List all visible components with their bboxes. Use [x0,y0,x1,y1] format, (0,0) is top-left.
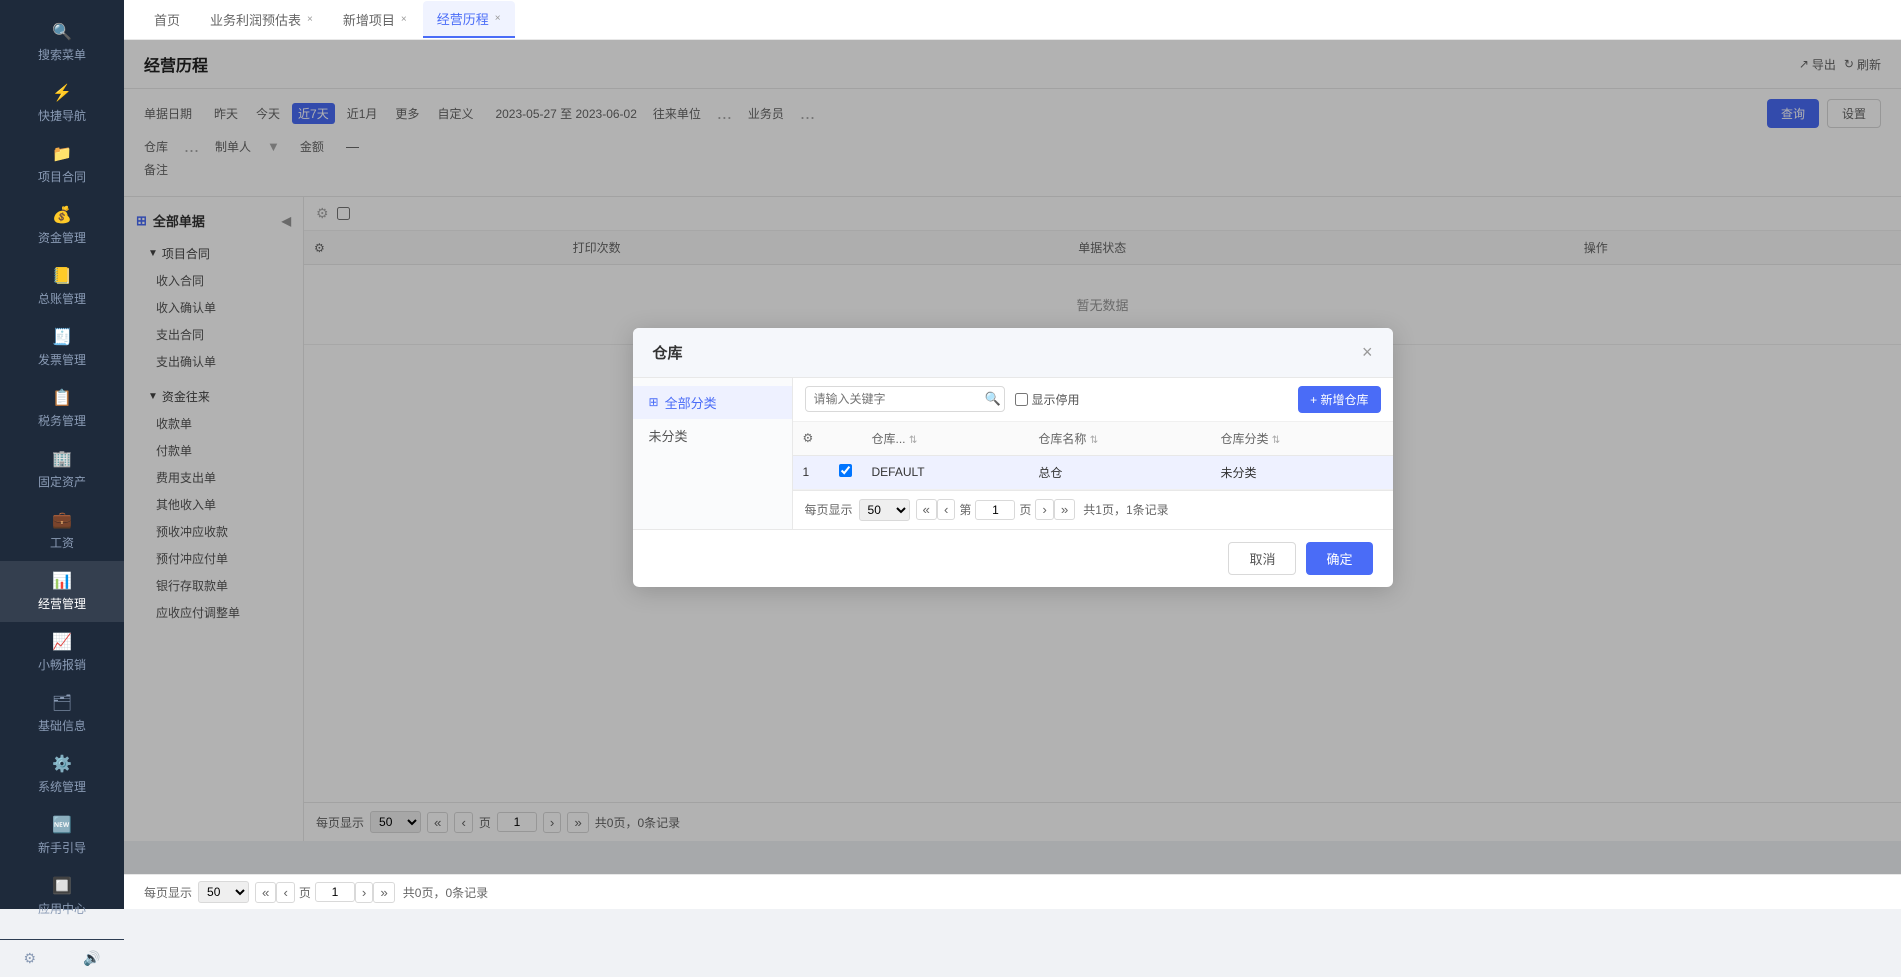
modal-first-page[interactable]: « [916,499,937,520]
bottom-page-size-select[interactable]: 50 10 20 100 [198,881,249,903]
salary-icon: 💼 [52,510,72,530]
modal-next-page[interactable]: › [1035,499,1053,520]
modal-overlay: 仓库 × ⊞ 全部分类 未分类 [124,40,1901,874]
modal-row-checkbox[interactable] [829,455,862,489]
modal-col-select [829,422,862,456]
tab-history-close[interactable]: × [495,13,501,24]
modal-page-label: 第 [959,501,971,518]
modal-right-panel: 🔍 显示停用 + 新增仓库 [793,378,1393,529]
modal-row-category: 未分类 [1210,455,1392,489]
modal-row-name: 总仓 [1028,455,1210,489]
capital-icon: 💰 [52,205,72,225]
sidebar-item-search[interactable]: 🔍 搜索菜单 [0,12,124,73]
modal-table-row[interactable]: 1 DEFAULT 总仓 未分类 [793,455,1393,489]
modal-row-checkbox-input[interactable] [839,464,852,477]
search-icon: 🔍 [52,22,72,42]
tab-profit-close[interactable]: × [307,14,313,25]
modal-toolbar: 🔍 显示停用 + 新增仓库 [793,378,1393,422]
project-icon: 📁 [52,144,72,164]
modal-last-page[interactable]: » [1054,499,1075,520]
modal-col-settings: ⚙ [793,422,829,456]
modal-confirm-button[interactable]: 确定 [1306,542,1372,575]
modal-header: 仓库 × [633,328,1393,378]
grid-all-icon: ⊞ [649,395,659,409]
sidebar-item-app-center[interactable]: 🔲 应用中心 [0,866,124,927]
sidebar-item-salary[interactable]: 💼 工资 [0,500,124,561]
basic-icon: 🗂 [52,693,72,713]
modal-search-box[interactable]: 🔍 [805,386,1005,412]
modal-page-size-select[interactable]: 50 10 20 100 [859,499,910,521]
bottom-next-page[interactable]: › [355,882,373,903]
sidebar-item-capital[interactable]: 💰 资金管理 [0,195,124,256]
sidebar-item-fixed[interactable]: 🏢 固定资产 [0,439,124,500]
modal-search-input[interactable] [806,388,977,410]
modal-left-panel: ⊞ 全部分类 未分类 [633,378,793,529]
bottom-bar: 每页显示 50 10 20 100 « ‹ 页 › » 共0页，0条记录 [124,874,1901,909]
modal-table: ⚙ 仓库... ⇅ 仓库名称 [793,422,1393,490]
modal-body: ⊞ 全部分类 未分类 [633,378,1393,529]
tax-icon: 📋 [52,388,72,408]
sidebar-item-system[interactable]: ⚙️ 系统管理 [0,744,124,805]
tab-profit[interactable]: 业务利润预估表 × [196,2,327,37]
page-content: 经营历程 ↗ 导出 ↻ 刷新 单据日期 昨天 [124,40,1901,874]
ledger-icon: 📒 [52,266,72,286]
modal-table-container: ⚙ 仓库... ⇅ 仓库名称 [793,422,1393,490]
audio-bottom-icon[interactable]: 🔊 [83,950,100,967]
system-icon: ⚙️ [52,754,72,774]
quick-nav-icon: ⚡ [52,83,72,103]
show-disabled-input[interactable] [1015,393,1028,406]
modal-col-name: 仓库名称 ⇅ [1028,422,1210,456]
app-center-icon: 🔲 [52,876,72,896]
sidebar-item-manage[interactable]: 📊 经营管理 [0,561,124,622]
sidebar-item-project[interactable]: 📁 项目合同 [0,134,124,195]
modal-cancel-button[interactable]: 取消 [1228,542,1296,575]
invoice-icon: 🧾 [52,327,72,347]
add-warehouse-button[interactable]: + 新增仓库 [1298,386,1380,413]
modal-page-suffix: 页 [1019,501,1031,518]
bottom-prev-page[interactable]: ‹ [276,882,294,903]
sales-icon: 📈 [52,632,72,652]
modal-close-button[interactable]: × [1362,342,1373,363]
modal-footer-bar: 每页显示 50 10 20 100 « ‹ 第 [793,490,1393,529]
tab-history[interactable]: 经营历程 × [423,1,515,38]
modal-row-index: 1 [793,455,829,489]
modal-total-info: 共1页，1条记录 [1083,501,1168,518]
sidebar-item-guide[interactable]: 🆕 新手引导 [0,805,124,866]
guide-icon: 🆕 [52,815,72,835]
bottom-last-page[interactable]: » [373,882,394,903]
sidebar-item-quick-nav[interactable]: ⚡ 快捷导航 [0,73,124,134]
show-disabled-checkbox[interactable]: 显示停用 [1015,391,1080,408]
modal-table-body: 1 DEFAULT 总仓 未分类 [793,455,1393,489]
modal-search-icon[interactable]: 🔍 [977,387,1005,411]
bottom-total-info: 共0页，0条记录 [403,884,488,901]
tab-new-project[interactable]: 新增项目 × [329,2,421,37]
tab-new-project-close[interactable]: × [401,14,407,25]
bottom-page-input[interactable] [315,882,355,902]
bottom-first-page[interactable]: « [255,882,276,903]
settings-bottom-icon[interactable]: ⚙ [24,950,37,967]
sidebar-item-tax[interactable]: 📋 税务管理 [0,378,124,439]
modal-left-uncategorized[interactable]: 未分类 [633,419,792,452]
modal-row-code: DEFAULT [862,455,1029,489]
modal-page-input[interactable] [975,500,1015,520]
sidebar-item-basic[interactable]: 🗂 基础信息 [0,683,124,744]
sidebar-item-ledger[interactable]: 📒 总账管理 [0,256,124,317]
main-content: 首页 业务利润预估表 × 新增项目 × 经营历程 × 经营历程 ↗ [124,0,1901,909]
warehouse-modal: 仓库 × ⊞ 全部分类 未分类 [633,328,1393,587]
sidebar-item-invoice[interactable]: 🧾 发票管理 [0,317,124,378]
modal-col-category: 仓库分类 ⇅ [1210,422,1392,456]
fixed-icon: 🏢 [52,449,72,469]
modal-table-head: ⚙ 仓库... ⇅ 仓库名称 [793,422,1393,456]
tab-home[interactable]: 首页 [140,2,194,37]
tab-bar: 首页 业务利润预估表 × 新增项目 × 经营历程 × [124,0,1901,40]
sidebar: 🔍 搜索菜单 ⚡ 快捷导航 📁 项目合同 💰 资金管理 📒 总账管理 🧾 [0,0,124,909]
manage-icon: 📊 [52,571,72,591]
modal-left-all[interactable]: ⊞ 全部分类 [633,386,792,419]
modal-col-code: 仓库... ⇅ [862,422,1029,456]
modal-title: 仓库 [653,342,683,363]
modal-actions: 取消 确定 [633,529,1393,587]
modal-prev-page[interactable]: ‹ [937,499,955,520]
sidebar-item-sales[interactable]: 📈 小畅报销 [0,622,124,683]
